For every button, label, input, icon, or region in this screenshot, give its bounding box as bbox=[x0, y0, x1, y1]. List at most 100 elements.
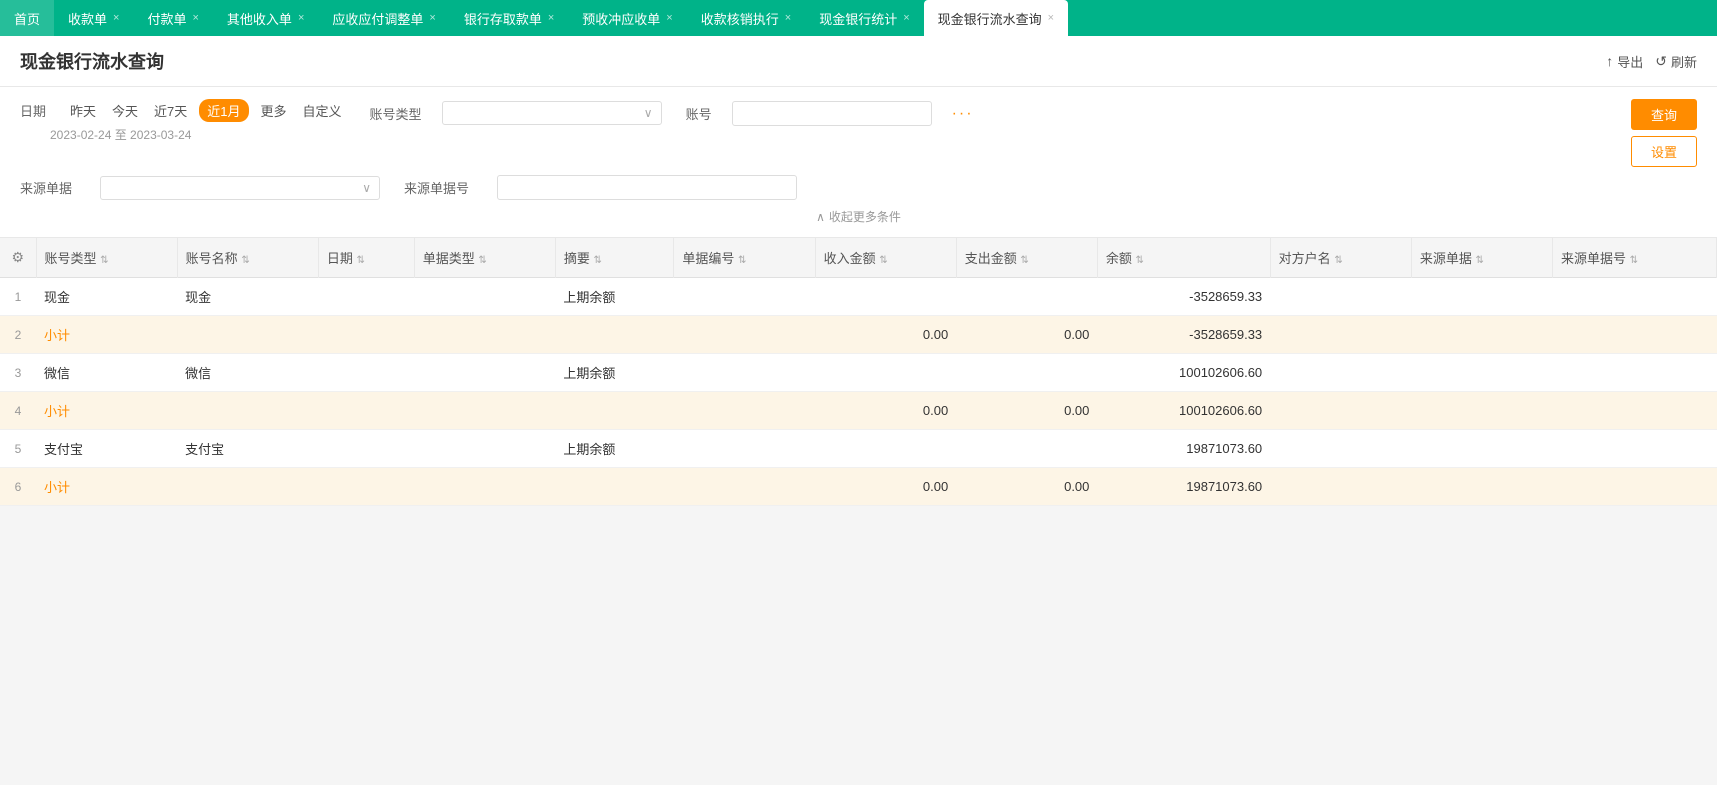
cell-expense bbox=[956, 354, 1097, 392]
nav-label: 现金银行流水查询 bbox=[938, 9, 1042, 28]
nav-label: 其他收入单 bbox=[227, 9, 292, 28]
collapse-bar[interactable]: ∧ 收起更多条件 bbox=[20, 208, 1697, 225]
col-header-acct_type[interactable]: 账号类型 ⇅ bbox=[36, 238, 177, 278]
sort-icon: ⇅ bbox=[594, 255, 602, 266]
cell-income bbox=[815, 278, 956, 316]
date-range-text: 2023-02-24 至 2023-03-24 bbox=[50, 126, 346, 143]
col-header-src_doc[interactable]: 来源单据 ⇅ bbox=[1411, 238, 1552, 278]
cell-balance: -3528659.33 bbox=[1097, 316, 1270, 354]
cell-counterpart bbox=[1270, 468, 1411, 506]
nav-item-收款核销执行[interactable]: 收款核销执行 × bbox=[687, 0, 805, 36]
cell-doc_no bbox=[674, 468, 815, 506]
col-header-date[interactable]: 日期 ⇅ bbox=[318, 238, 414, 278]
table-row: 6小计0.000.0019871073.60 bbox=[0, 468, 1717, 506]
sort-icon: ⇅ bbox=[1630, 255, 1638, 266]
cell-summary bbox=[555, 392, 674, 430]
cell-acct_type: 现金 bbox=[36, 278, 177, 316]
cell-doc_type bbox=[414, 430, 555, 468]
cell-counterpart bbox=[1270, 354, 1411, 392]
settings-button[interactable]: 设置 bbox=[1631, 136, 1697, 167]
cell-date bbox=[318, 468, 414, 506]
col-header-doc_type[interactable]: 单据类型 ⇅ bbox=[414, 238, 555, 278]
nav-label: 收款核销执行 bbox=[701, 9, 779, 28]
date-shortcut-今天[interactable]: 今天 bbox=[108, 99, 142, 122]
gear-icon[interactable]: ⚙ bbox=[11, 249, 24, 265]
account-label: 账号 bbox=[686, 104, 712, 123]
nav-close-icon[interactable]: × bbox=[903, 12, 909, 24]
export-button[interactable]: ↑ 导出 bbox=[1606, 52, 1643, 71]
date-shortcut-近1月[interactable]: 近1月 bbox=[199, 99, 248, 122]
sort-icon: ⇅ bbox=[1136, 255, 1144, 266]
col-header-acct_name[interactable]: 账号名称 ⇅ bbox=[177, 238, 318, 278]
nav-close-icon[interactable]: × bbox=[1048, 12, 1054, 24]
cell-counterpart bbox=[1270, 316, 1411, 354]
table-row: 3微信微信上期余额100102606.60 bbox=[0, 354, 1717, 392]
date-shortcut-近7天[interactable]: 近7天 bbox=[150, 99, 191, 122]
account-type-select[interactable]: ∨ bbox=[442, 101, 662, 125]
cell-src_doc bbox=[1411, 316, 1552, 354]
date-shortcut-更多[interactable]: 更多 bbox=[257, 99, 291, 122]
date-shortcut-自定义[interactable]: 自定义 bbox=[299, 99, 346, 122]
nav-close-icon[interactable]: × bbox=[548, 12, 554, 24]
cell-summary: 上期余额 bbox=[555, 354, 674, 392]
nav-close-icon[interactable]: × bbox=[666, 12, 672, 24]
account-input[interactable] bbox=[732, 101, 932, 126]
account-dots-btn[interactable]: ··· bbox=[952, 105, 974, 123]
col-header-expense[interactable]: 支出金额 ⇅ bbox=[956, 238, 1097, 278]
date-shortcut-昨天[interactable]: 昨天 bbox=[66, 99, 100, 122]
sort-icon: ⇅ bbox=[879, 255, 887, 266]
table-row: 1现金现金上期余额-3528659.33 bbox=[0, 278, 1717, 316]
col-header-idx[interactable]: ⚙ bbox=[0, 238, 36, 278]
cell-balance: 19871073.60 bbox=[1097, 430, 1270, 468]
source-doc-chevron-icon: ∨ bbox=[362, 181, 371, 195]
refresh-label: 刷新 bbox=[1671, 52, 1697, 71]
col-header-counterpart[interactable]: 对方户名 ⇅ bbox=[1270, 238, 1411, 278]
data-table: ⚙账号类型 ⇅账号名称 ⇅日期 ⇅单据类型 ⇅摘要 ⇅单据编号 ⇅收入金额 ⇅支… bbox=[0, 238, 1717, 506]
col-label: 账号类型 bbox=[45, 251, 97, 266]
nav-item-现金银行流水查询[interactable]: 现金银行流水查询 × bbox=[924, 0, 1068, 36]
nav-label: 应收应付调整单 bbox=[332, 9, 423, 28]
nav-close-icon[interactable]: × bbox=[192, 12, 198, 24]
col-header-doc_no[interactable]: 单据编号 ⇅ bbox=[674, 238, 815, 278]
nav-item-收款单[interactable]: 收款单× bbox=[54, 0, 133, 36]
cell-income: 0.00 bbox=[815, 316, 956, 354]
nav-item-银行存取款单[interactable]: 银行存取款单× bbox=[450, 0, 568, 36]
cell-expense: 0.00 bbox=[956, 392, 1097, 430]
nav-item-其他收入单[interactable]: 其他收入单 × bbox=[213, 0, 318, 36]
source-doc-no-label: 来源单据号 bbox=[404, 178, 469, 197]
table-row: 5支付宝支付宝上期余额19871073.60 bbox=[0, 430, 1717, 468]
cell-summary: 上期余额 bbox=[555, 278, 674, 316]
cell-counterpart bbox=[1270, 278, 1411, 316]
cell-src_doc bbox=[1411, 392, 1552, 430]
date-shortcuts: 昨天今天近7天近1月更多自定义 bbox=[66, 99, 346, 122]
cell-acct_type: 支付宝 bbox=[36, 430, 177, 468]
cell-doc_type bbox=[414, 468, 555, 506]
col-header-src_doc_no[interactable]: 来源单据号 ⇅ bbox=[1553, 238, 1717, 278]
nav-item-应收应付调整单[interactable]: 应收应付调整单 × bbox=[318, 0, 449, 36]
nav-close-icon[interactable]: × bbox=[785, 12, 791, 24]
nav-close-icon[interactable]: × bbox=[113, 12, 119, 24]
nav-item-首页[interactable]: 首页 bbox=[0, 0, 54, 36]
nav-item-付款单[interactable]: 付款单 × bbox=[133, 0, 212, 36]
query-button[interactable]: 查询 bbox=[1631, 99, 1697, 130]
nav-label: 付款单 bbox=[147, 9, 186, 28]
nav-item-现金银行统计[interactable]: 现金银行统计× bbox=[805, 0, 923, 36]
cell-idx: 4 bbox=[0, 392, 36, 430]
cell-acct_name bbox=[177, 316, 318, 354]
nav-close-icon[interactable]: × bbox=[429, 12, 435, 24]
col-header-summary[interactable]: 摘要 ⇅ bbox=[555, 238, 674, 278]
source-doc-no-input[interactable] bbox=[497, 175, 797, 200]
cell-acct_name bbox=[177, 392, 318, 430]
cell-acct_name bbox=[177, 468, 318, 506]
col-header-balance[interactable]: 余额 ⇅ bbox=[1097, 238, 1270, 278]
refresh-button[interactable]: ↺ 刷新 bbox=[1655, 52, 1697, 71]
page-header: 现金银行流水查询 ↑ 导出 ↺ 刷新 bbox=[0, 36, 1717, 87]
col-header-income[interactable]: 收入金额 ⇅ bbox=[815, 238, 956, 278]
cell-doc_type bbox=[414, 278, 555, 316]
cell-acct_type: 小计 bbox=[36, 468, 177, 506]
nav-label: 首页 bbox=[14, 9, 40, 28]
nav-item-预收冲应收单[interactable]: 预收冲应收单× bbox=[568, 0, 686, 36]
source-doc-select[interactable]: ∨ bbox=[100, 176, 380, 200]
col-label: 收入金额 bbox=[824, 251, 876, 266]
nav-close-icon[interactable]: × bbox=[298, 12, 304, 24]
